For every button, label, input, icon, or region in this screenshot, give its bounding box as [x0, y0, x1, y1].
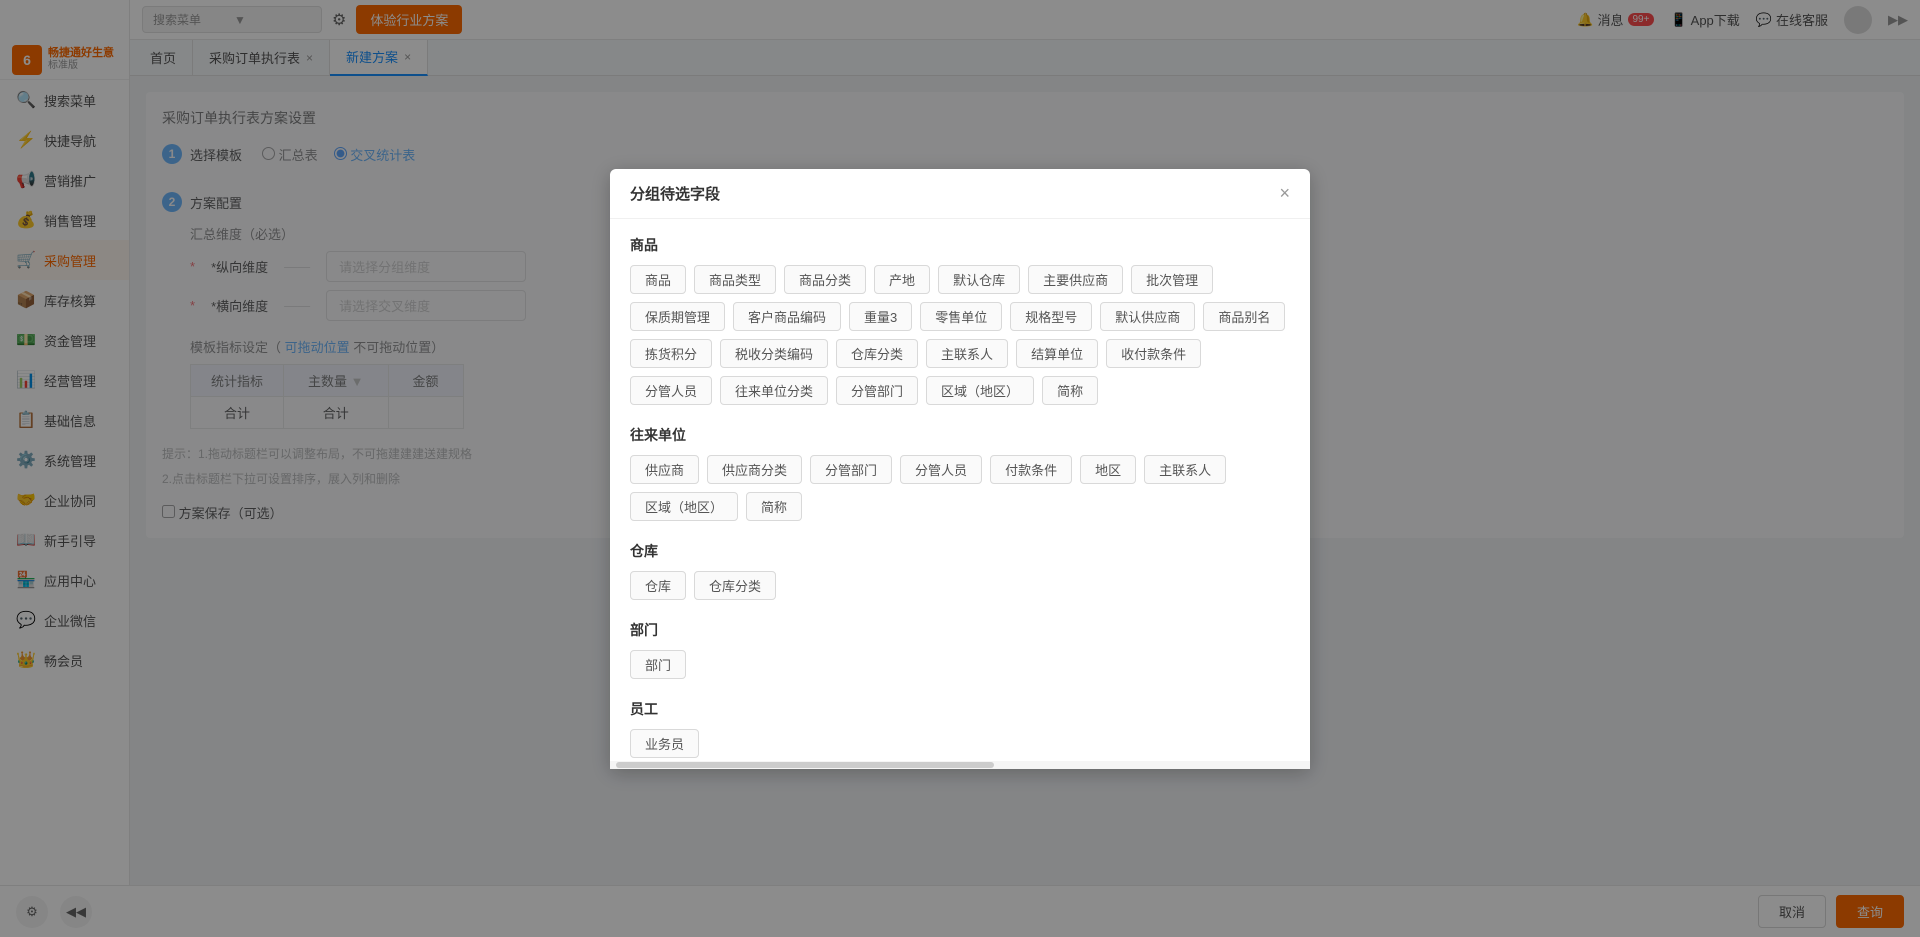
field-tag-0-21[interactable]: 往来单位分类	[720, 376, 828, 405]
field-tags-1: 供应商供应商分类分管部门分管人员付款条件地区主联系人区域（地区） 简称	[630, 455, 1290, 521]
field-tag-0-6[interactable]: 批次管理	[1131, 265, 1213, 294]
field-tag-0-15[interactable]: 税收分类编码	[720, 339, 828, 368]
field-tag-0-4[interactable]: 默认仓库	[938, 265, 1020, 294]
field-tag-0-20[interactable]: 分管人员	[630, 376, 712, 405]
section-title-4: 员工	[630, 699, 1290, 719]
field-tag-0-13[interactable]: 商品别名	[1203, 302, 1285, 331]
field-tag-1-7[interactable]: 区域（地区）	[630, 492, 738, 521]
field-tag-1-2[interactable]: 分管部门	[810, 455, 892, 484]
field-tag-1-6[interactable]: 主联系人	[1144, 455, 1226, 484]
field-tag-1-8[interactable]: 简称	[746, 492, 802, 521]
section-title-3: 部门	[630, 620, 1290, 640]
field-tag-0-14[interactable]: 拣货积分	[630, 339, 712, 368]
modal-title: 分组待选字段	[630, 183, 720, 204]
modal-section-3: 部门部门	[630, 620, 1290, 679]
modal-section-0: 商品商品商品类型商品分类产地默认仓库主要供应商批次管理保质期管理客户商品编码重量…	[630, 235, 1290, 405]
modal-section-2: 仓库仓库仓库分类	[630, 541, 1290, 600]
section-title-2: 仓库	[630, 541, 1290, 561]
modal-header: 分组待选字段 ×	[610, 169, 1310, 219]
field-tag-2-1[interactable]: 仓库分类	[694, 571, 776, 600]
section-title-1: 往来单位	[630, 425, 1290, 445]
field-tag-0-23[interactable]: 区域（地区）	[926, 376, 1034, 405]
field-tag-0-2[interactable]: 商品分类	[784, 265, 866, 294]
field-tags-2: 仓库仓库分类	[630, 571, 1290, 600]
field-tag-0-19[interactable]: 收付款条件	[1106, 339, 1201, 368]
field-tag-3-0[interactable]: 部门	[630, 650, 686, 679]
field-tags-0: 商品商品类型商品分类产地默认仓库主要供应商批次管理保质期管理客户商品编码重量3 零…	[630, 265, 1290, 405]
field-tag-0-10[interactable]: 零售单位	[920, 302, 1002, 331]
field-tag-1-0[interactable]: 供应商	[630, 455, 699, 484]
field-tag-0-16[interactable]: 仓库分类	[836, 339, 918, 368]
field-tag-0-9[interactable]: 重量3	[849, 302, 912, 331]
modal-section-1: 往来单位供应商供应商分类分管部门分管人员付款条件地区主联系人区域（地区） 简称	[630, 425, 1290, 521]
field-tags-4: 业务员	[630, 729, 1290, 758]
field-tag-0-5[interactable]: 主要供应商	[1028, 265, 1123, 294]
modal-body: 商品商品商品类型商品分类产地默认仓库主要供应商批次管理保质期管理客户商品编码重量…	[610, 219, 1310, 761]
field-tags-3: 部门	[630, 650, 1290, 679]
field-tag-0-0[interactable]: 商品	[630, 265, 686, 294]
field-tag-1-1[interactable]: 供应商分类	[707, 455, 802, 484]
field-tag-0-12[interactable]: 默认供应商	[1100, 302, 1195, 331]
field-tag-0-1[interactable]: 商品类型	[694, 265, 776, 294]
field-tag-0-8[interactable]: 客户商品编码	[733, 302, 841, 331]
field-tag-1-5[interactable]: 地区	[1080, 455, 1136, 484]
section-title-0: 商品	[630, 235, 1290, 255]
horizontal-scrollbar[interactable]	[610, 761, 1310, 769]
field-tag-0-11[interactable]: 规格型号	[1010, 302, 1092, 331]
field-tag-0-17[interactable]: 主联系人	[926, 339, 1008, 368]
field-tag-0-24[interactable]: 简称	[1042, 376, 1098, 405]
field-tag-0-7[interactable]: 保质期管理	[630, 302, 725, 331]
field-tag-0-18[interactable]: 结算单位	[1016, 339, 1098, 368]
field-tag-1-3[interactable]: 分管人员	[900, 455, 982, 484]
field-tag-0-22[interactable]: 分管部门	[836, 376, 918, 405]
modal: 分组待选字段 × 商品商品商品类型商品分类产地默认仓库主要供应商批次管理保质期管…	[610, 169, 1310, 769]
field-tag-4-0[interactable]: 业务员	[630, 729, 699, 758]
modal-section-4: 员工业务员	[630, 699, 1290, 758]
modal-close-icon[interactable]: ×	[1279, 183, 1290, 204]
scrollbar-thumb	[616, 762, 994, 768]
field-tag-1-4[interactable]: 付款条件	[990, 455, 1072, 484]
field-tag-0-3[interactable]: 产地	[874, 265, 930, 294]
field-tag-2-0[interactable]: 仓库	[630, 571, 686, 600]
